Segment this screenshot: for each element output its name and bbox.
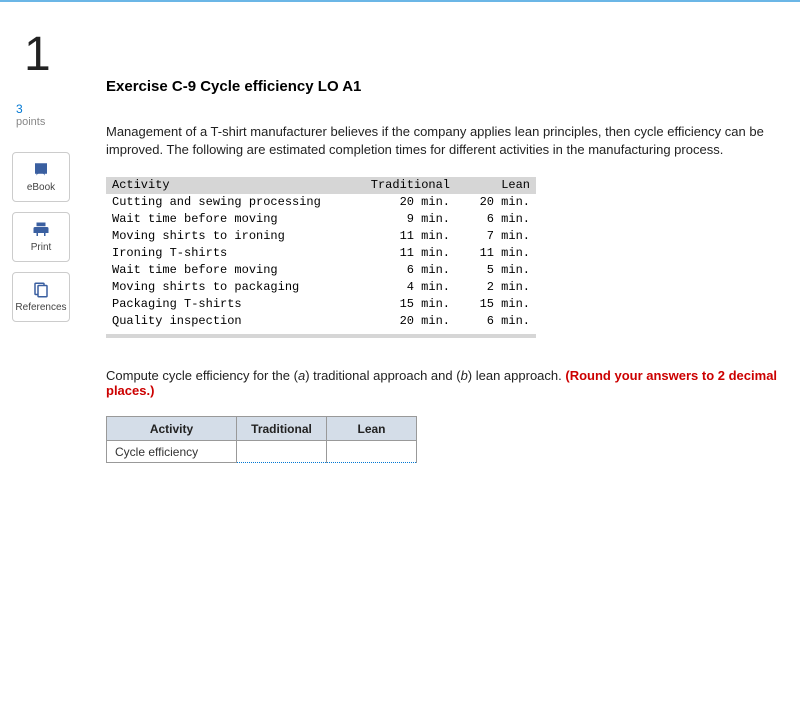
cell-lean: 20 min. bbox=[456, 194, 536, 211]
cell-traditional: 15 min. bbox=[365, 296, 456, 313]
cell-activity: Quality inspection bbox=[106, 313, 365, 330]
lean-input-cell[interactable] bbox=[327, 441, 417, 463]
cell-traditional: 9 min. bbox=[365, 211, 456, 228]
cell-traditional: 11 min. bbox=[365, 228, 456, 245]
cell-activity: Ironing T-shirts bbox=[106, 245, 365, 262]
ebook-button[interactable]: eBook bbox=[12, 152, 70, 202]
cell-traditional: 11 min. bbox=[365, 245, 456, 262]
cell-traditional: 4 min. bbox=[365, 279, 456, 296]
cell-lean: 6 min. bbox=[456, 313, 536, 330]
instr-post: ) lean approach. bbox=[468, 368, 566, 383]
cell-activity: Cutting and sewing processing bbox=[106, 194, 365, 211]
answer-header-lean: Lean bbox=[327, 417, 417, 441]
references-button[interactable]: References bbox=[12, 272, 70, 322]
cell-lean: 15 min. bbox=[456, 296, 536, 313]
compute-instruction: Compute cycle efficiency for the (a) tra… bbox=[106, 368, 790, 398]
cell-lean: 6 min. bbox=[456, 211, 536, 228]
answer-header-activity: Activity bbox=[107, 417, 237, 441]
points-block: 3 points bbox=[10, 102, 80, 152]
references-icon bbox=[32, 281, 50, 299]
cell-lean: 11 min. bbox=[456, 245, 536, 262]
cell-activity: Packaging T-shirts bbox=[106, 296, 365, 313]
printer-icon bbox=[32, 221, 50, 239]
header-lean: Lean bbox=[456, 177, 536, 194]
table-row: Moving shirts to ironing11 min.7 min. bbox=[106, 228, 536, 245]
activity-data-table: Activity Traditional Lean Cutting and se… bbox=[106, 177, 536, 330]
main-container: 1 3 points eBook Print References Exerci… bbox=[0, 2, 800, 473]
print-button[interactable]: Print bbox=[12, 212, 70, 262]
cell-lean: 2 min. bbox=[456, 279, 536, 296]
print-label: Print bbox=[31, 242, 52, 253]
table-row: Wait time before moving6 min.5 min. bbox=[106, 262, 536, 279]
table-row: Packaging T-shirts15 min.15 min. bbox=[106, 296, 536, 313]
table-row: Moving shirts to packaging4 min.2 min. bbox=[106, 279, 536, 296]
cell-lean: 5 min. bbox=[456, 262, 536, 279]
book-icon bbox=[32, 161, 50, 179]
answer-table: Activity Traditional Lean Cycle efficien… bbox=[106, 416, 417, 463]
cell-activity: Moving shirts to ironing bbox=[106, 228, 365, 245]
table-row: Ironing T-shirts11 min.11 min. bbox=[106, 245, 536, 262]
cell-activity: Wait time before moving bbox=[106, 262, 365, 279]
header-activity: Activity bbox=[106, 177, 365, 194]
table-row: Cutting and sewing processing20 min.20 m… bbox=[106, 194, 536, 211]
answer-row: Cycle efficiency bbox=[107, 441, 417, 463]
answer-row-label: Cycle efficiency bbox=[107, 441, 237, 463]
left-sidebar: 1 3 points eBook Print References bbox=[10, 22, 80, 463]
answer-header-traditional: Traditional bbox=[237, 417, 327, 441]
content-column: Exercise C-9 Cycle efficiency LO A1 Mana… bbox=[80, 22, 790, 463]
sidebar-tools: eBook Print References bbox=[10, 152, 80, 332]
table-row: Wait time before moving9 min.6 min. bbox=[106, 211, 536, 228]
table-bottom-divider bbox=[106, 334, 536, 338]
intro-paragraph: Management of a T-shirt manufacturer bel… bbox=[106, 123, 790, 159]
traditional-input-cell[interactable] bbox=[237, 441, 327, 463]
cell-activity: Wait time before moving bbox=[106, 211, 365, 228]
table-row: Quality inspection20 min.6 min. bbox=[106, 313, 536, 330]
cell-traditional: 20 min. bbox=[365, 313, 456, 330]
cell-activity: Moving shirts to packaging bbox=[106, 279, 365, 296]
ebook-label: eBook bbox=[27, 182, 55, 193]
references-label: References bbox=[15, 302, 66, 313]
data-table-header-row: Activity Traditional Lean bbox=[106, 177, 536, 194]
header-traditional: Traditional bbox=[365, 177, 456, 194]
instr-pre: Compute cycle efficiency for the ( bbox=[106, 368, 298, 383]
cell-lean: 7 min. bbox=[456, 228, 536, 245]
cell-traditional: 20 min. bbox=[365, 194, 456, 211]
instr-b: b bbox=[461, 368, 468, 383]
answer-header-row: Activity Traditional Lean bbox=[107, 417, 417, 441]
points-value: 3 bbox=[16, 102, 80, 116]
instr-mid: ) traditional approach and ( bbox=[305, 368, 460, 383]
question-number: 1 bbox=[10, 22, 80, 102]
exercise-title: Exercise C-9 Cycle efficiency LO A1 bbox=[106, 78, 790, 95]
cell-traditional: 6 min. bbox=[365, 262, 456, 279]
points-label: points bbox=[16, 116, 80, 128]
